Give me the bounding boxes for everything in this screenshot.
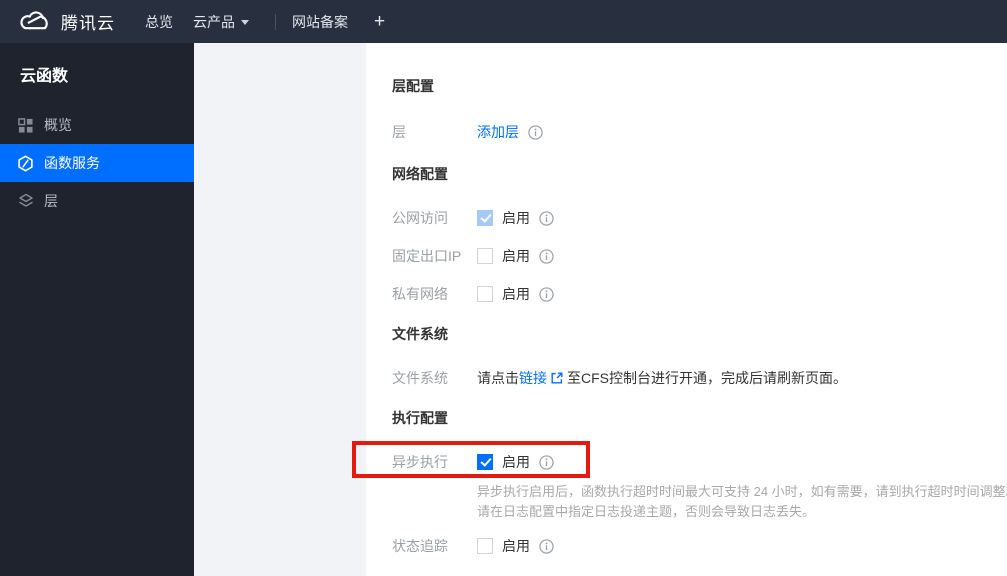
- info-icon[interactable]: [539, 248, 554, 264]
- nav-links: 总览 云产品 网站备案 +: [145, 11, 385, 33]
- async-execution-checkbox[interactable]: [477, 454, 493, 470]
- row-label: 私有网络: [392, 286, 448, 302]
- function-icon: [17, 154, 34, 172]
- tencent-cloud-logo[interactable]: 腾讯云: [18, 9, 115, 35]
- external-link-icon[interactable]: [550, 371, 564, 385]
- chevron-down-icon: [241, 20, 249, 25]
- layer-row: 层 添加层: [392, 122, 1007, 142]
- add-tab-button[interactable]: +: [374, 11, 385, 33]
- sidebar: 云函数 概览 函数服务 层: [0, 43, 194, 576]
- info-icon[interactable]: [539, 286, 554, 302]
- section-heading-network-config: 网络配置: [392, 166, 448, 182]
- brand-label: 腾讯云: [61, 14, 115, 33]
- info-icon[interactable]: [528, 124, 543, 140]
- cfs-link[interactable]: 链接: [519, 368, 547, 388]
- secondary-panel: [194, 43, 366, 576]
- enable-label: 启用: [502, 286, 530, 302]
- cloud-logo-icon: [18, 9, 52, 35]
- info-icon[interactable]: [539, 538, 554, 554]
- status-tracking-checkbox[interactable]: [477, 538, 493, 554]
- sidebar-item-label: 函数服务: [44, 155, 100, 171]
- add-layer-link[interactable]: 添加层: [477, 122, 519, 142]
- settings-panel: 层配置 层 添加层 网络配置 公网访问 启用 固定出口IP 启用 私有网络 启用…: [366, 43, 1007, 576]
- row-label: 文件系统: [392, 370, 448, 386]
- row-label: 异步执行: [392, 454, 448, 470]
- row-label: 层: [392, 124, 406, 140]
- info-icon[interactable]: [539, 210, 554, 226]
- sidebar-title: 云函数: [20, 68, 69, 85]
- sidebar-item-function-service[interactable]: 函数服务: [0, 144, 194, 182]
- grid-icon: [17, 117, 34, 134]
- public-network-checkbox: [477, 210, 493, 226]
- status-tracking-row: 状态追踪 启用: [392, 536, 1007, 556]
- file-system-text-before: 请点击: [477, 370, 519, 386]
- nav-item-icp-filing[interactable]: 网站备案: [292, 12, 348, 32]
- sidebar-item-label: 概览: [44, 117, 72, 133]
- fixed-ip-checkbox[interactable]: [477, 248, 493, 264]
- async-execution-note: 异步执行启用后，函数执行超时时间最大可支持 24 小时，如有需要，请到执行超时时…: [477, 484, 1007, 519]
- nav-item-overview[interactable]: 总览: [145, 12, 173, 32]
- enable-label: 启用: [502, 248, 530, 264]
- row-label: 固定出口IP: [392, 248, 462, 264]
- sidebar-item-layers[interactable]: 层: [0, 182, 194, 220]
- vpc-row: 私有网络 启用: [392, 284, 1007, 304]
- row-label: 公网访问: [392, 210, 448, 226]
- file-system-row: 文件系统 请点击 链接 至CFS控制台进行开通，完成后请刷新页面。: [392, 368, 1007, 388]
- vpc-checkbox[interactable]: [477, 286, 493, 302]
- enable-label: 启用: [502, 454, 530, 470]
- sidebar-item-label: 层: [44, 193, 58, 209]
- fixed-ip-row: 固定出口IP 启用: [392, 246, 1007, 266]
- section-heading-layer-config: 层配置: [392, 78, 434, 94]
- enable-label: 启用: [502, 538, 530, 554]
- nav-item-cloud-products[interactable]: 云产品: [193, 12, 249, 32]
- section-heading-file-system: 文件系统: [392, 326, 448, 342]
- enable-label: 启用: [502, 210, 530, 226]
- top-navbar: 腾讯云 总览 云产品 网站备案 +: [0, 0, 1007, 43]
- section-heading-execution-config: 执行配置: [392, 410, 448, 426]
- nav-divider: [275, 13, 276, 30]
- row-label: 状态追踪: [392, 538, 448, 554]
- async-execution-row: 异步执行 启用: [392, 452, 1007, 472]
- layers-icon: [17, 193, 34, 210]
- public-network-row: 公网访问 启用: [392, 208, 1007, 228]
- info-icon[interactable]: [539, 454, 554, 470]
- sidebar-item-overview[interactable]: 概览: [0, 106, 194, 144]
- file-system-text-after: 至CFS控制台进行开通，完成后请刷新页面。: [567, 370, 847, 386]
